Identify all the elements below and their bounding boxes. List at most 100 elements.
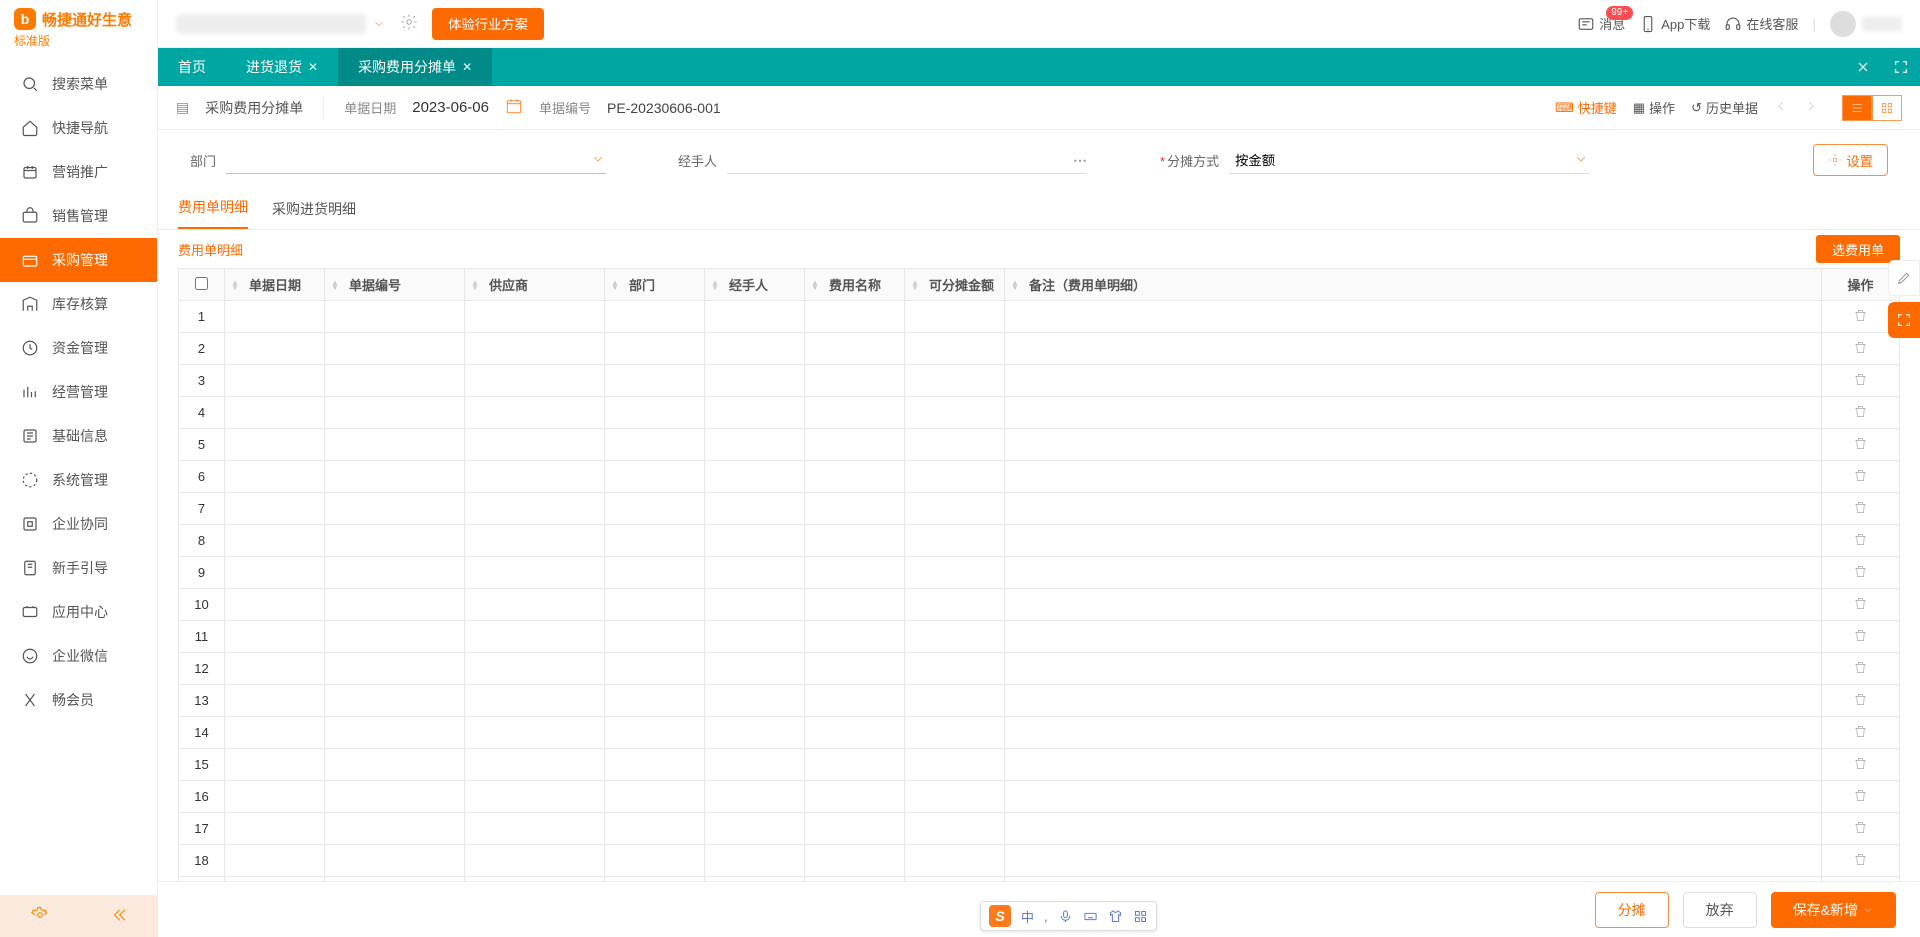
cell[interactable] bbox=[325, 493, 465, 525]
row-delete[interactable] bbox=[1822, 845, 1900, 877]
sidebar-item-7[interactable]: 经营管理 bbox=[0, 370, 157, 414]
cell[interactable] bbox=[705, 397, 805, 429]
table-row[interactable]: 15 bbox=[179, 749, 1900, 781]
cell[interactable] bbox=[1005, 365, 1822, 397]
cell[interactable] bbox=[325, 429, 465, 461]
cell[interactable] bbox=[605, 429, 705, 461]
sort-icon[interactable]: ▲▼ bbox=[811, 280, 819, 290]
cell[interactable] bbox=[805, 429, 905, 461]
select-all-checkbox[interactable] bbox=[195, 277, 208, 290]
cell[interactable] bbox=[905, 429, 1005, 461]
cell[interactable] bbox=[1005, 429, 1822, 461]
cell[interactable] bbox=[225, 333, 325, 365]
cell[interactable] bbox=[905, 333, 1005, 365]
shortcut-link[interactable]: ⌨快捷键 bbox=[1555, 98, 1617, 117]
cell[interactable] bbox=[905, 621, 1005, 653]
apps-icon[interactable] bbox=[1133, 909, 1148, 924]
table-row[interactable]: 4 bbox=[179, 397, 1900, 429]
calendar-icon[interactable] bbox=[505, 97, 523, 118]
cell[interactable] bbox=[605, 333, 705, 365]
table-row[interactable]: 6 bbox=[179, 461, 1900, 493]
cell[interactable] bbox=[705, 845, 805, 877]
cell[interactable] bbox=[905, 589, 1005, 621]
sidebar-item-1[interactable]: 快捷导航 bbox=[0, 106, 157, 150]
cell[interactable] bbox=[705, 333, 805, 365]
prev-doc-button[interactable] bbox=[1774, 99, 1788, 116]
cell[interactable] bbox=[1005, 493, 1822, 525]
sidebar-item-14[interactable]: 畅会员 bbox=[0, 678, 157, 722]
cell[interactable] bbox=[605, 365, 705, 397]
ops-link[interactable]: ▦操作 bbox=[1633, 98, 1675, 117]
cell[interactable] bbox=[325, 525, 465, 557]
cell[interactable] bbox=[465, 301, 605, 333]
cell[interactable] bbox=[1005, 301, 1822, 333]
sort-icon[interactable]: ▲▼ bbox=[611, 280, 619, 290]
handler-input[interactable] bbox=[727, 146, 1087, 174]
cell[interactable] bbox=[465, 333, 605, 365]
cell[interactable] bbox=[605, 653, 705, 685]
cell[interactable] bbox=[905, 749, 1005, 781]
cell[interactable] bbox=[325, 717, 465, 749]
table-row[interactable]: 13 bbox=[179, 685, 1900, 717]
cell[interactable] bbox=[225, 717, 325, 749]
col-c8[interactable]: ▲▼备注（费用单明细） bbox=[1005, 269, 1822, 301]
cell[interactable] bbox=[805, 461, 905, 493]
org-settings-icon[interactable] bbox=[400, 13, 418, 34]
sort-icon[interactable]: ▲▼ bbox=[711, 280, 719, 290]
cell[interactable] bbox=[325, 461, 465, 493]
cell[interactable] bbox=[325, 621, 465, 653]
cell[interactable] bbox=[1005, 845, 1822, 877]
col-c1[interactable]: ▲▼单据日期 bbox=[225, 269, 325, 301]
row-delete[interactable] bbox=[1822, 589, 1900, 621]
cell[interactable] bbox=[465, 781, 605, 813]
cell[interactable] bbox=[605, 525, 705, 557]
cell[interactable] bbox=[605, 301, 705, 333]
row-delete[interactable] bbox=[1822, 429, 1900, 461]
cell[interactable] bbox=[325, 365, 465, 397]
cell[interactable] bbox=[905, 301, 1005, 333]
cell[interactable] bbox=[225, 845, 325, 877]
cell[interactable] bbox=[905, 493, 1005, 525]
cell[interactable] bbox=[605, 685, 705, 717]
subtab-1[interactable]: 采购进货明细 bbox=[272, 199, 356, 229]
cell[interactable] bbox=[1005, 813, 1822, 845]
cell[interactable] bbox=[465, 557, 605, 589]
cell[interactable] bbox=[1005, 333, 1822, 365]
table-row[interactable]: 3 bbox=[179, 365, 1900, 397]
cell[interactable] bbox=[705, 813, 805, 845]
ime-toolbar[interactable]: S 中 , bbox=[980, 901, 1157, 931]
sidebar-item-2[interactable]: 营销推广 bbox=[0, 150, 157, 194]
row-delete[interactable] bbox=[1822, 621, 1900, 653]
cell[interactable] bbox=[805, 301, 905, 333]
table-row[interactable]: 7 bbox=[179, 493, 1900, 525]
cell[interactable] bbox=[605, 749, 705, 781]
chevron-down-icon[interactable] bbox=[590, 151, 606, 170]
method-input[interactable] bbox=[1229, 146, 1589, 174]
col-c4[interactable]: ▲▼部门 bbox=[605, 269, 705, 301]
cell[interactable] bbox=[465, 685, 605, 717]
cell[interactable] bbox=[705, 717, 805, 749]
cell[interactable] bbox=[905, 781, 1005, 813]
col-c2[interactable]: ▲▼单据编号 bbox=[325, 269, 465, 301]
cell[interactable] bbox=[805, 781, 905, 813]
cell[interactable] bbox=[325, 685, 465, 717]
sidebar-item-5[interactable]: 库存核算 bbox=[0, 282, 157, 326]
cell[interactable] bbox=[705, 365, 805, 397]
close-all-tabs-button[interactable] bbox=[1844, 48, 1882, 86]
cell[interactable] bbox=[605, 781, 705, 813]
cell[interactable] bbox=[905, 365, 1005, 397]
col-c7[interactable]: ▲▼可分摊金额 bbox=[905, 269, 1005, 301]
history-link[interactable]: ↺历史单据 bbox=[1691, 98, 1758, 117]
cell[interactable] bbox=[465, 653, 605, 685]
keyboard-icon[interactable] bbox=[1083, 909, 1098, 924]
row-delete[interactable] bbox=[1822, 397, 1900, 429]
cell[interactable] bbox=[325, 397, 465, 429]
cell[interactable] bbox=[805, 621, 905, 653]
rail-edit-button[interactable] bbox=[1888, 260, 1920, 296]
sort-icon[interactable]: ▲▼ bbox=[331, 280, 339, 290]
view-list-button[interactable] bbox=[1842, 95, 1872, 121]
cell[interactable] bbox=[465, 845, 605, 877]
cell[interactable] bbox=[325, 845, 465, 877]
table-row[interactable]: 10 bbox=[179, 589, 1900, 621]
row-delete[interactable] bbox=[1822, 717, 1900, 749]
